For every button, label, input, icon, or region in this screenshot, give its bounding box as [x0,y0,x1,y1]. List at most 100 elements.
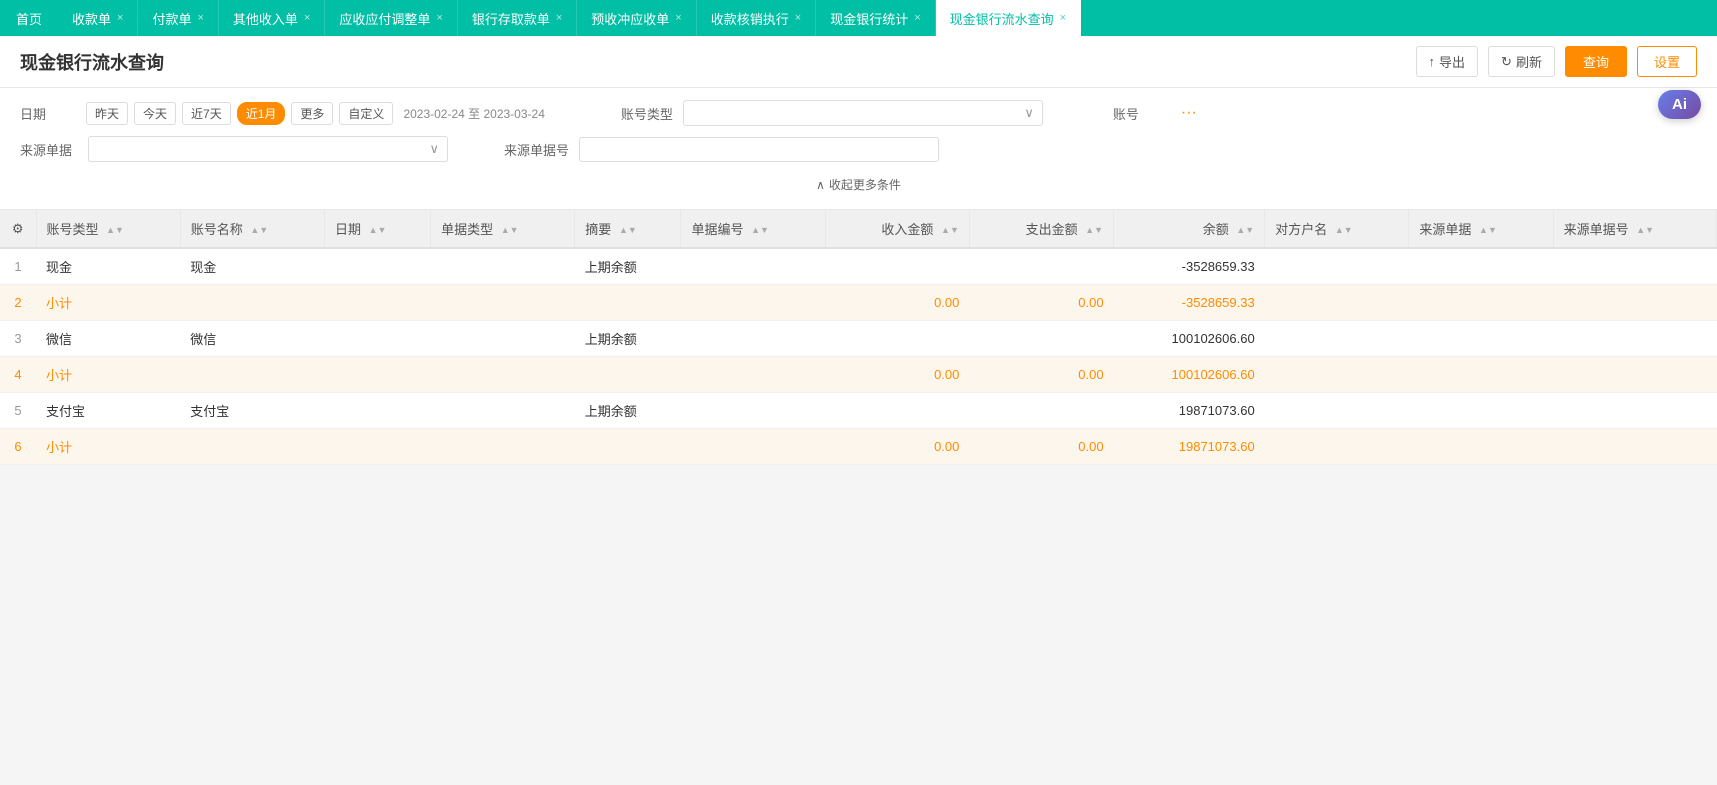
row-doc-type [431,248,575,285]
sort-source-doc-no[interactable]: ▲▼ [1636,226,1654,235]
date-btn-more[interactable]: 更多 [291,102,333,125]
sort-source-doc[interactable]: ▲▼ [1479,226,1497,235]
row-doc-no [681,285,825,321]
collapse-bar[interactable]: ∧ 收起更多条件 [20,172,1697,201]
account-type-select[interactable]: ∨ [683,100,1043,126]
filter-row-date: 日期 昨天 今天 近7天 近1月 更多 自定义 2023-02-24 至 202… [20,100,1697,126]
row-summary: 上期余额 [575,248,681,285]
table-col-doc-type: 单据类型 ▲▼ [431,210,575,248]
refresh-button[interactable]: ↻ 刷新 [1488,46,1555,77]
sort-summary[interactable]: ▲▼ [619,226,637,235]
sort-doc-no[interactable]: ▲▼ [751,226,769,235]
date-btn-custom[interactable]: 自定义 [339,102,393,125]
row-source-doc [1409,429,1553,465]
query-button[interactable]: 查询 [1565,46,1627,77]
filter-area: 日期 昨天 今天 近7天 近1月 更多 自定义 2023-02-24 至 202… [0,88,1717,210]
header-actions: ↑ 导出 ↻ 刷新 查询 设置 [1416,46,1697,77]
row-expenditure [969,393,1113,429]
row-account-type: 现金 [36,248,180,285]
nav-tab-7[interactable]: 现金银行统计 × [816,0,935,36]
source-doc-select[interactable]: ∨ [88,136,448,162]
sort-account-type[interactable]: ▲▼ [106,226,124,235]
table-container: ⚙ 账号类型 ▲▼ 账号名称 ▲▼ 日期 ▲▼ 单据类型 ▲▼ [0,210,1717,465]
row-account-type: 小计 [36,429,180,465]
row-idx: 2 [0,285,36,321]
row-doc-type [431,321,575,357]
account-dots-button[interactable]: ··· [1173,100,1205,126]
close-tab-7-icon[interactable]: × [914,12,920,24]
close-tab-5-icon[interactable]: × [675,12,681,24]
nav-tab-4[interactable]: 银行存取款单 × [458,0,577,36]
table-col-date: 日期 ▲▼ [324,210,430,248]
nav-home[interactable]: 首页 [0,0,58,36]
source-doc-num-input[interactable] [579,137,939,162]
row-counterpart [1265,357,1409,393]
row-source-doc [1409,357,1553,393]
nav-tab-8[interactable]: 现金银行流水查询 × [936,0,1081,36]
close-tab-0-icon[interactable]: × [117,12,123,24]
nav-tab-1[interactable]: 付款单 × [138,0,218,36]
row-doc-type [431,429,575,465]
table-col-gear[interactable]: ⚙ [0,210,36,248]
close-tab-1-icon[interactable]: × [197,12,203,24]
date-btn-7days[interactable]: 近7天 [182,102,231,125]
row-doc-no [681,429,825,465]
table-col-account-type: 账号类型 ▲▼ [36,210,180,248]
sort-balance[interactable]: ▲▼ [1236,226,1254,235]
table-col-source-doc: 来源单据 ▲▼ [1409,210,1553,248]
date-btn-1month[interactable]: 近1月 [237,102,286,125]
nav-tab-6[interactable]: 收款核销执行 × [697,0,816,36]
row-date [324,285,430,321]
row-account-name: 现金 [180,248,324,285]
row-expenditure: 0.00 [969,285,1113,321]
export-button[interactable]: ↑ 导出 [1416,46,1479,77]
account-label: 账号 [1113,104,1163,123]
row-source-doc [1409,393,1553,429]
row-balance: -3528659.33 [1114,285,1265,321]
table-row: 3微信微信上期余额100102606.60 [0,321,1717,357]
sort-counterpart[interactable]: ▲▼ [1335,226,1353,235]
row-doc-no [681,393,825,429]
row-counterpart [1265,429,1409,465]
sort-income[interactable]: ▲▼ [941,226,959,235]
sort-expenditure[interactable]: ▲▼ [1085,226,1103,235]
close-tab-4-icon[interactable]: × [556,12,562,24]
settings-button[interactable]: 设置 [1637,46,1697,77]
row-income: 0.00 [825,285,969,321]
filter-row-source: 来源单据 ∨ 来源单据号 [20,136,1697,162]
close-tab-6-icon[interactable]: × [795,12,801,24]
row-idx: 6 [0,429,36,465]
sort-doc-type[interactable]: ▲▼ [501,226,519,235]
row-account-type: 支付宝 [36,393,180,429]
row-doc-type [431,285,575,321]
row-idx: 3 [0,321,36,357]
table-row: 4小计0.000.00100102606.60 [0,357,1717,393]
sort-account-name[interactable]: ▲▼ [250,226,268,235]
refresh-icon: ↻ [1501,54,1512,70]
nav-tab-5[interactable]: 预收冲应收单 × [577,0,696,36]
row-account-name: 微信 [180,321,324,357]
row-summary [575,429,681,465]
nav-tab-3[interactable]: 应收应付调整单 × [325,0,457,36]
close-tab-2-icon[interactable]: × [304,12,310,24]
ai-badge[interactable]: Ai [1658,90,1701,119]
row-source-doc-no [1553,357,1716,393]
sort-date[interactable]: ▲▼ [369,226,387,235]
close-tab-8-icon[interactable]: × [1060,12,1066,24]
row-idx: 4 [0,357,36,393]
row-date [324,321,430,357]
date-btn-yesterday[interactable]: 昨天 [86,102,128,125]
row-source-doc-no [1553,393,1716,429]
close-tab-3-icon[interactable]: × [436,12,442,24]
date-btn-today[interactable]: 今天 [134,102,176,125]
nav-tab-2[interactable]: 其他收入单 × [219,0,325,36]
row-account-name [180,357,324,393]
table-row: 5支付宝支付宝上期余额19871073.60 [0,393,1717,429]
nav-tab-0[interactable]: 收款单 × [58,0,138,36]
date-shortcuts: 昨天 今天 近7天 近1月 更多 自定义 2023-02-24 至 2023-0… [86,102,545,125]
row-source-doc-no [1553,248,1716,285]
date-range: 2023-02-24 至 2023-03-24 [403,105,544,122]
row-expenditure: 0.00 [969,429,1113,465]
row-account-name: 支付宝 [180,393,324,429]
table-col-doc-no: 单据编号 ▲▼ [681,210,825,248]
